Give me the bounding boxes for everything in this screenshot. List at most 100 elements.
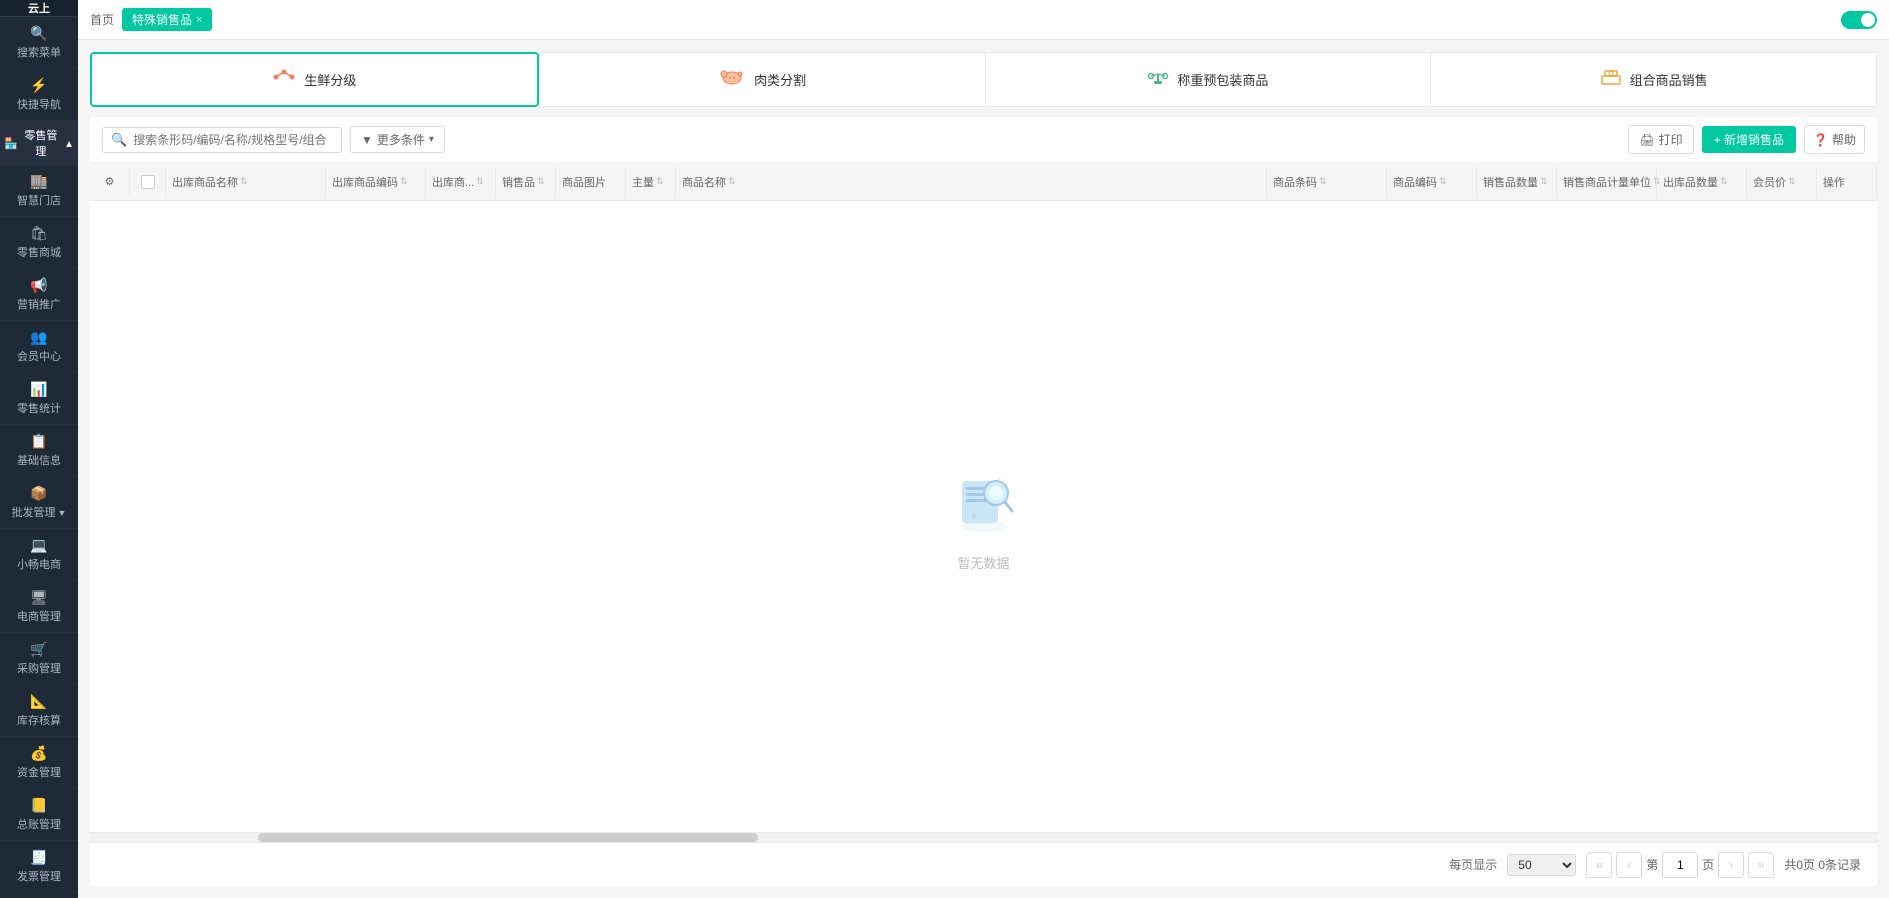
sidebar: 云上 🔍 搜索菜单 ⚡ 快捷导航 🏪 零售管理 ▲ 🏬 智慧门店 🛍 零售商城 … xyxy=(0,0,78,898)
sidebar-item-quick-nav[interactable]: ⚡ 快捷导航 xyxy=(0,69,78,121)
sort-sale-item[interactable]: ⇅ xyxy=(537,176,545,187)
add-sale-button[interactable]: + 新增销售品 xyxy=(1702,126,1796,153)
sidebar-item-retail-stats[interactable]: 📊 零售统计 xyxy=(0,373,78,425)
ecommerce-mgmt-icon: 🖥 xyxy=(30,588,48,608)
sales-promo-icon: 📢 xyxy=(30,276,47,296)
page-prefix-label: 第 xyxy=(1646,856,1658,873)
sidebar-item-member-center[interactable]: 👥 会员中心 xyxy=(0,321,78,373)
page-number-input[interactable] xyxy=(1662,852,1698,878)
th-check[interactable] xyxy=(130,167,166,197)
sort-goods-code[interactable]: ⇅ xyxy=(1439,176,1447,187)
prev-page-button[interactable]: ‹ xyxy=(1616,852,1642,878)
combo-sale-icon xyxy=(1600,68,1622,91)
purchase-mgmt-icon: 🛒 xyxy=(30,640,47,660)
first-page-button[interactable]: « xyxy=(1586,852,1612,878)
active-tab[interactable]: 特殊销售品 × xyxy=(122,8,212,31)
tabs-row: 生鲜分级 肉类分割 xyxy=(90,52,1877,107)
sort-main-flag[interactable]: ⇅ xyxy=(656,176,664,187)
th-main-flag[interactable]: 主量 ⇅ xyxy=(626,166,676,198)
th-sale-qty[interactable]: 销售品数量 ⇅ xyxy=(1477,166,1557,198)
sidebar-item-wholesale-mgmt[interactable]: 📦 批发管理 ▼ xyxy=(0,477,78,529)
horizontal-scrollbar[interactable] xyxy=(90,832,1877,842)
sort-out-code[interactable]: ⇅ xyxy=(400,176,408,187)
th-sale-unit[interactable]: 销售商品计量单位 ⇅ xyxy=(1557,166,1657,198)
tab-meat-cut-label: 肉类分割 xyxy=(754,70,806,89)
select-all-checkbox[interactable] xyxy=(141,175,155,189)
sidebar-item-finance-mgmt[interactable]: 💰 资金管理 xyxy=(0,737,78,789)
help-button[interactable]: ❓ 帮助 xyxy=(1804,125,1865,154)
sort-out-spec[interactable]: ⇅ xyxy=(476,176,484,187)
page-body: 生鲜分级 肉类分割 xyxy=(78,40,1889,898)
tab-combo-sale-label: 组合商品销售 xyxy=(1630,70,1708,89)
help-icon: ❓ xyxy=(1813,133,1828,147)
home-link[interactable]: 首页 xyxy=(90,11,114,28)
sort-barcode[interactable]: ⇅ xyxy=(1319,176,1327,187)
last-page-button[interactable]: » xyxy=(1748,852,1774,878)
tab-combo-sale[interactable]: 组合商品销售 xyxy=(1430,52,1877,107)
th-gear[interactable]: ⚙ xyxy=(90,167,130,196)
retail-stats-icon: 📊 xyxy=(30,380,47,400)
smart-store-icon: 🏬 xyxy=(30,172,47,192)
tab-scale-pack[interactable]: 称重预包装商品 xyxy=(985,52,1431,107)
th-operation: 操作 xyxy=(1817,166,1877,198)
toggle-switch[interactable] xyxy=(1841,11,1877,29)
th-out-spec[interactable]: 出库商... ⇅ xyxy=(426,166,496,198)
th-barcode[interactable]: 商品条码 ⇅ xyxy=(1267,166,1387,198)
search-box[interactable]: 🔍 xyxy=(102,127,342,153)
pagination: 每页显示 50 10 20 100 « ‹ 第 页 › » 共0页 0条记录 xyxy=(90,842,1877,886)
meat-cut-icon xyxy=(718,68,746,91)
scale-pack-icon xyxy=(1147,68,1169,91)
th-member-price[interactable]: 会员价 ⇅ xyxy=(1747,166,1817,198)
print-button[interactable]: 🖨 打印 xyxy=(1628,125,1693,154)
sidebar-item-retail-mgmt[interactable]: 🏪 零售管理 ▲ xyxy=(0,121,78,165)
app-logo: 云上 xyxy=(0,0,78,17)
tab-scale-pack-label: 称重预包装商品 xyxy=(1177,70,1268,89)
filter-button[interactable]: ▼ 更多条件 ▾ xyxy=(350,126,445,153)
sidebar-item-mini-ecommerce[interactable]: 💻 小畅电商 xyxy=(0,529,78,581)
sidebar-item-smart-store[interactable]: 🏬 智慧门店 xyxy=(0,165,78,217)
next-page-button[interactable]: › xyxy=(1718,852,1744,878)
sort-goods-name[interactable]: ⇅ xyxy=(728,176,736,187)
sort-out-qty[interactable]: ⇅ xyxy=(1720,176,1728,187)
sort-sale-qty[interactable]: ⇅ xyxy=(1540,176,1548,187)
table-header: ⚙ 出库商品名称 ⇅ 出库商品编码 ⇅ 出库商... ⇅ xyxy=(90,163,1877,201)
search-icon: 🔍 xyxy=(111,132,127,148)
sidebar-item-ledger-mgmt[interactable]: 📒 总账管理 xyxy=(0,789,78,841)
empty-state: 暂无数据 xyxy=(90,201,1877,832)
retail-mall-icon: 🛍 xyxy=(30,224,48,244)
sidebar-item-invoice-mgmt[interactable]: 🧾 发票管理 xyxy=(0,841,78,893)
expand-icon: ▲ xyxy=(64,138,74,152)
sort-out-name[interactable]: ⇅ xyxy=(240,176,248,187)
sidebar-item-retail-mall[interactable]: 🛍 零售商城 xyxy=(0,217,78,269)
empty-text: 暂无数据 xyxy=(957,553,1009,572)
column-settings-icon[interactable]: ⚙ xyxy=(105,175,115,188)
sidebar-item-inventory-check[interactable]: 📐 库存核算 xyxy=(0,685,78,737)
tab-meat-cut[interactable]: 肉类分割 xyxy=(539,52,985,107)
mini-ecommerce-icon: 💻 xyxy=(30,536,47,556)
sidebar-item-ecommerce-mgmt[interactable]: 🖥 电商管理 xyxy=(0,581,78,633)
th-goods-name[interactable]: 商品名称 ⇅ xyxy=(676,166,1267,198)
filter-icon: ▼ xyxy=(361,133,373,147)
total-info: 共0页 0条记录 xyxy=(1784,856,1861,873)
sidebar-item-tax-mgmt[interactable]: 📑 税务管理 xyxy=(0,893,78,898)
sidebar-item-basic-info[interactable]: 📋 基础信息 xyxy=(0,425,78,477)
tab-fresh-grade[interactable]: 生鲜分级 xyxy=(90,52,539,107)
sidebar-item-search-menu[interactable]: 🔍 搜索菜单 xyxy=(0,17,78,69)
invoice-mgmt-icon: 🧾 xyxy=(30,848,47,868)
th-out-qty[interactable]: 出库品数量 ⇅ xyxy=(1657,166,1747,198)
th-goods-img[interactable]: 商品图片 xyxy=(556,166,626,198)
scrollbar-thumb[interactable] xyxy=(258,833,758,842)
th-out-code[interactable]: 出库商品编码 ⇅ xyxy=(326,166,426,198)
search-input[interactable] xyxy=(133,133,333,147)
th-sale-item[interactable]: 销售品 ⇅ xyxy=(496,166,556,198)
sidebar-item-sales-promo[interactable]: 📢 营销推广 xyxy=(0,269,78,321)
per-page-select[interactable]: 50 10 20 100 xyxy=(1507,854,1576,876)
sidebar-item-purchase-mgmt[interactable]: 🛒 采购管理 xyxy=(0,633,78,685)
th-goods-code[interactable]: 商品编码 ⇅ xyxy=(1387,166,1477,198)
th-out-name[interactable]: 出库商品名称 ⇅ xyxy=(166,166,326,198)
chevron-down-icon: ▾ xyxy=(429,134,434,145)
finance-mgmt-icon: 💰 xyxy=(30,744,47,764)
sort-member-price[interactable]: ⇅ xyxy=(1788,176,1796,187)
retail-mgmt-icon: 🏪 xyxy=(4,137,18,152)
close-tab-button[interactable]: × xyxy=(196,14,202,26)
